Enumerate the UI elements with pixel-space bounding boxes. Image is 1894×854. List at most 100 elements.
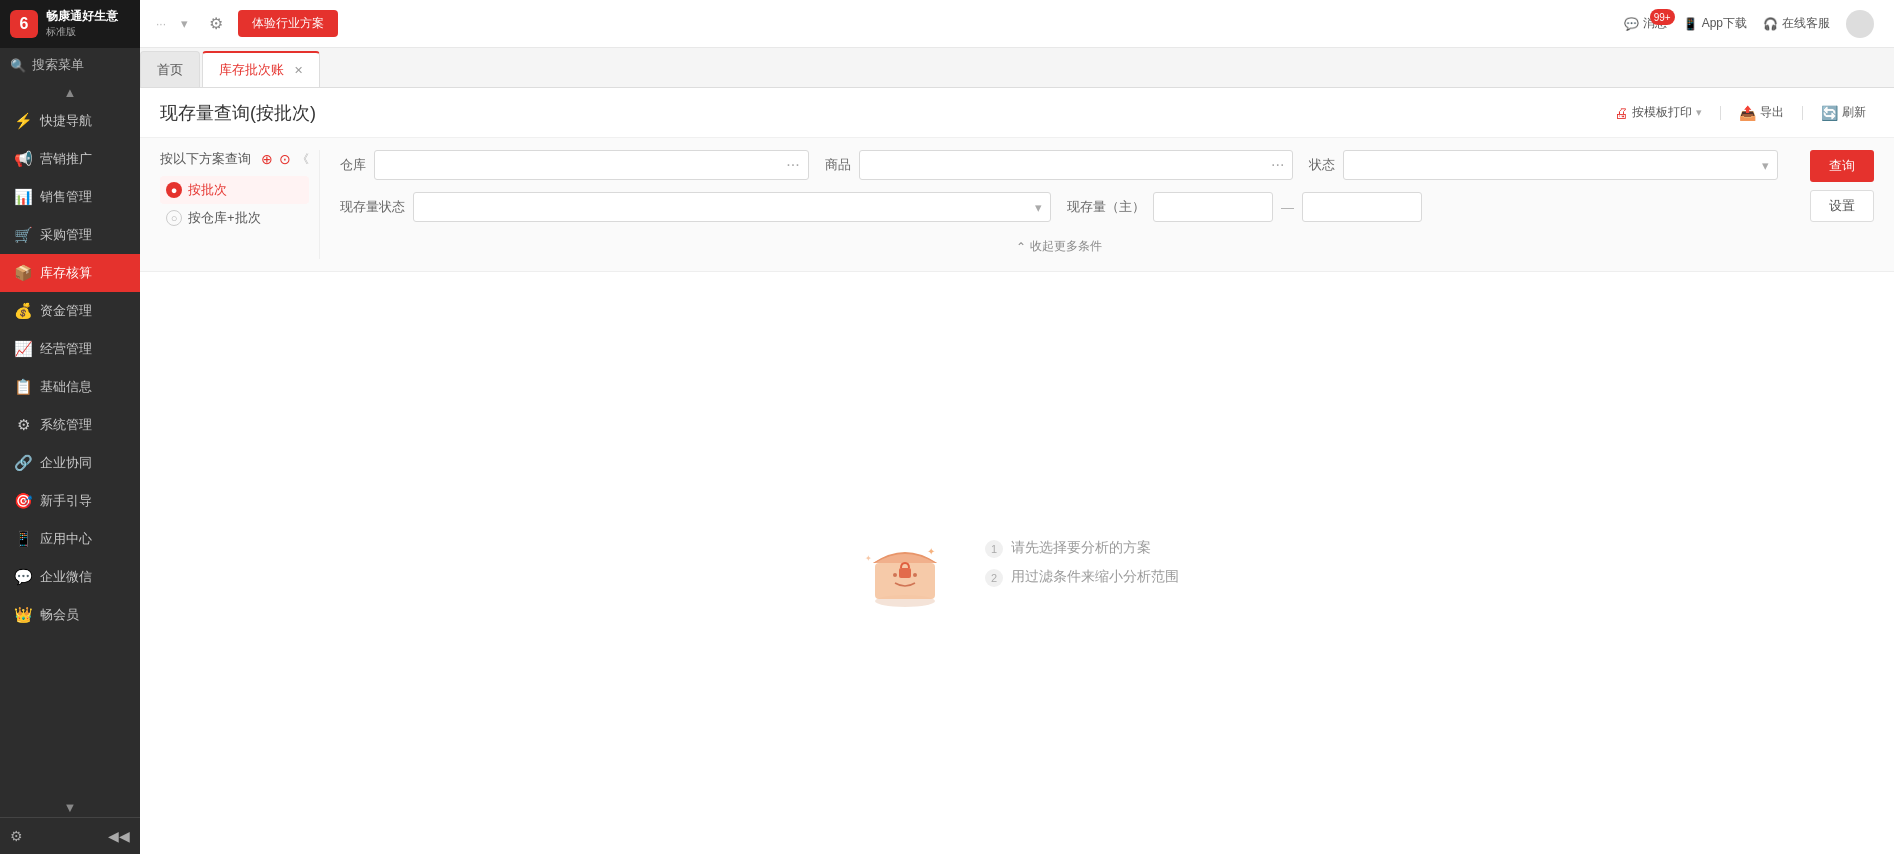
warehouse-field: 仓库 ···: [340, 150, 809, 180]
refresh-btn[interactable]: 🔄 刷新: [1813, 100, 1874, 125]
sidebar-item-vip[interactable]: 👑 畅会员: [0, 596, 140, 634]
stock-qty-label: 现存量（主）: [1067, 198, 1145, 216]
topbar: ··· ▾ ⚙ 体验行业方案 💬 消息 99+ 📱 App下载 🎧 在线客服: [140, 0, 1894, 48]
breadcrumb-text: ···: [156, 17, 166, 31]
collapse-scheme-btn[interactable]: 《: [297, 151, 309, 168]
sidebar-header: 6 畅康通好生意 标准版: [0, 0, 140, 48]
tabbar: 首页 库存批次账 ✕: [140, 48, 1894, 88]
nav-label-basic: 基础信息: [40, 378, 92, 396]
goods-label: 商品: [825, 156, 851, 174]
nav-label-marketing: 营销推广: [40, 150, 92, 168]
nav-icon-enterprise: 🔗: [14, 454, 32, 472]
sidebar-scroll-up[interactable]: ▲: [0, 82, 140, 102]
export-label: 导出: [1760, 104, 1784, 121]
query-btn[interactable]: 查询: [1810, 150, 1874, 182]
sidebar-item-app-center[interactable]: 📱 应用中心: [0, 520, 140, 558]
stock-status-select[interactable]: ▾: [413, 192, 1051, 222]
nav-icon-app-center: 📱: [14, 530, 32, 548]
sidebar-search[interactable]: 🔍 搜索菜单: [0, 48, 140, 82]
page-title: 现存量查询(按批次): [160, 101, 316, 125]
user-area[interactable]: [1846, 10, 1878, 38]
nav-icon-vip: 👑: [14, 606, 32, 624]
nav-label-newbie: 新手引导: [40, 492, 92, 510]
nav-icon-newbie: 🎯: [14, 492, 32, 510]
settings-scheme-btn[interactable]: ⊙: [279, 151, 291, 167]
scheme-item-by-warehouse-batch[interactable]: ○ 按仓库+批次: [160, 204, 309, 232]
sidebar-item-inventory[interactable]: 📦 库存核算: [0, 254, 140, 292]
nav-label-wechat: 企业微信: [40, 568, 92, 586]
empty-tip-1: 1 请先选择要分析的方案: [985, 539, 1179, 558]
sidebar-collapse-btn[interactable]: ◀◀: [108, 828, 130, 844]
scheme-item-by-batch[interactable]: ● 按批次: [160, 176, 309, 204]
empty-tips: 1 请先选择要分析的方案 2 用过滤条件来缩小分析范围: [985, 539, 1179, 587]
status-select[interactable]: ▾: [1343, 150, 1778, 180]
refresh-icon: 🔄: [1821, 105, 1838, 121]
filter-schemes: 按以下方案查询 ⊕ ⊙ 《 ● 按批次 ○ 按仓库+批次: [160, 150, 320, 259]
sidebar-item-newbie[interactable]: 🎯 新手引导: [0, 482, 140, 520]
stock-qty-min-input[interactable]: [1153, 192, 1273, 222]
filter-row-1: 仓库 ··· 商品 ···: [340, 150, 1778, 180]
sidebar-item-sales[interactable]: 📊 销售管理: [0, 178, 140, 216]
sidebar-item-quick-nav[interactable]: ⚡ 快捷导航: [0, 102, 140, 140]
svg-text:✦: ✦: [927, 546, 935, 557]
sidebar-item-basic[interactable]: 📋 基础信息: [0, 368, 140, 406]
svg-point-6: [913, 573, 917, 577]
scheme-label-by-batch: 按批次: [188, 181, 227, 199]
message-icon: 💬: [1624, 17, 1639, 31]
sidebar-item-system[interactable]: ⚙ 系统管理: [0, 406, 140, 444]
warehouse-more-btn[interactable]: ···: [786, 156, 799, 174]
nav-label-system: 系统管理: [40, 416, 92, 434]
scheme-actions: ⊕ ⊙ 《: [261, 151, 309, 168]
app-download-btn[interactable]: 📱 App下载: [1683, 15, 1747, 32]
print-btn[interactable]: 🖨 按模板打印 ▾: [1606, 100, 1710, 125]
nav-icon-wechat: 💬: [14, 568, 32, 586]
messages-btn[interactable]: 💬 消息 99+: [1624, 15, 1667, 32]
refresh-label: 刷新: [1842, 104, 1866, 121]
main: ··· ▾ ⚙ 体验行业方案 💬 消息 99+ 📱 App下载 🎧 在线客服: [140, 0, 1894, 854]
sidebar-item-marketing[interactable]: 📢 营销推广: [0, 140, 140, 178]
sidebar-title-block: 畅康通好生意 标准版: [46, 9, 118, 39]
stock-qty-max-input[interactable]: [1302, 192, 1422, 222]
goods-more-btn[interactable]: ···: [1271, 156, 1284, 174]
status-label: 状态: [1309, 156, 1335, 174]
topbar-dropdown[interactable]: ▾: [174, 14, 194, 34]
app-download-label: App下载: [1702, 15, 1747, 32]
sidebar-item-operation[interactable]: 📈 经营管理: [0, 330, 140, 368]
sidebar-item-wechat[interactable]: 💬 企业微信: [0, 558, 140, 596]
tab-close-inventory-batch[interactable]: ✕: [294, 64, 303, 77]
print-label: 按模板打印: [1632, 104, 1692, 121]
print-dropdown-icon[interactable]: ▾: [1696, 106, 1702, 119]
tab-label-inventory-batch: 库存批次账: [219, 61, 284, 79]
svg-point-5: [893, 573, 897, 577]
tab-home[interactable]: 首页: [140, 51, 200, 87]
online-service-btn[interactable]: 🎧 在线客服: [1763, 15, 1830, 32]
filter-schemes-title: 按以下方案查询: [160, 150, 251, 168]
sidebar-settings-btn[interactable]: ⚙: [10, 828, 23, 844]
nav-icon-sales: 📊: [14, 188, 32, 206]
filter-settings-btn[interactable]: 设置: [1810, 190, 1874, 222]
sidebar-item-purchase[interactable]: 🛒 采购管理: [0, 216, 140, 254]
sidebar-item-enterprise[interactable]: 🔗 企业协同: [0, 444, 140, 482]
collapse-more-label: 收起更多条件: [1030, 238, 1102, 255]
sidebar-scroll-down[interactable]: ▼: [0, 797, 140, 817]
search-icon: 🔍: [10, 58, 26, 73]
tab-inventory-batch[interactable]: 库存批次账 ✕: [202, 51, 320, 87]
nav-icon-purchase: 🛒: [14, 226, 32, 244]
warehouse-input[interactable]: ···: [374, 150, 809, 180]
goods-input[interactable]: ···: [859, 150, 1294, 180]
add-scheme-btn[interactable]: ⊕: [261, 151, 273, 167]
nav-icon-marketing: 📢: [14, 150, 32, 168]
experience-btn[interactable]: 体验行业方案: [238, 10, 338, 37]
topbar-left: ··· ▾ ⚙ 体验行业方案: [156, 10, 1612, 38]
export-btn[interactable]: 📤 导出: [1731, 100, 1792, 125]
nav-label-quick-nav: 快捷导航: [40, 112, 92, 130]
page-header: 现存量查询(按批次) 🖨 按模板打印 ▾ 📤 导出 🔄 刷新: [140, 88, 1894, 138]
divider: [1720, 106, 1721, 120]
nav-label-purchase: 采购管理: [40, 226, 92, 244]
sidebar-item-finance[interactable]: 💰 资金管理: [0, 292, 140, 330]
topbar-gear-btn[interactable]: ⚙: [202, 10, 230, 38]
collapse-more-btn[interactable]: ⌃ 收起更多条件: [340, 234, 1778, 259]
range-dash: —: [1281, 200, 1294, 215]
filter-schemes-header: 按以下方案查询 ⊕ ⊙ 《: [160, 150, 309, 168]
sidebar-logo: 6: [10, 10, 38, 38]
